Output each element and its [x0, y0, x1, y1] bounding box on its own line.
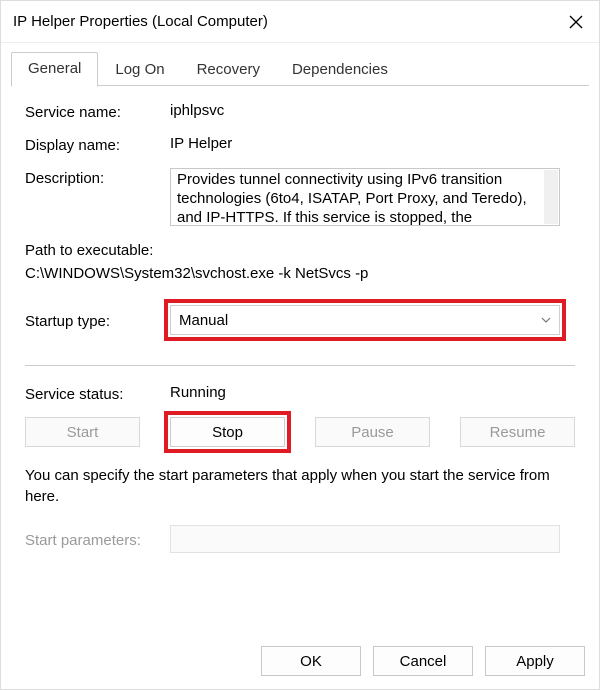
startup-type-value: Manual — [179, 312, 228, 329]
value-service-status: Running — [170, 384, 575, 401]
label-startup-type: Startup type: — [25, 311, 170, 330]
value-service-name: iphlpsvc — [170, 102, 575, 119]
close-button[interactable] — [553, 1, 599, 43]
chevron-down-icon — [541, 315, 551, 325]
pause-button: Pause — [315, 417, 430, 447]
tab-logon[interactable]: Log On — [100, 54, 179, 86]
cancel-button[interactable]: Cancel — [373, 646, 473, 676]
tab-recovery[interactable]: Recovery — [182, 54, 275, 86]
label-display-name: Display name: — [25, 135, 170, 154]
tab-body-general: Service name: iphlpsvc Display name: IP … — [1, 86, 599, 633]
apply-button[interactable]: Apply — [485, 646, 585, 676]
dialog-button-bar: OK Cancel Apply — [1, 633, 599, 689]
properties-dialog: IP Helper Properties (Local Computer) Ge… — [0, 0, 600, 690]
label-path: Path to executable: — [25, 240, 575, 263]
ok-button[interactable]: OK — [261, 646, 361, 676]
description-textbox[interactable]: Provides tunnel connectivity using IPv6 … — [170, 168, 560, 226]
resume-button: Resume — [460, 417, 575, 447]
start-parameters-input — [170, 525, 560, 553]
divider — [25, 365, 575, 366]
window-title: IP Helper Properties (Local Computer) — [13, 13, 553, 30]
start-params-note: You can specify the start parameters tha… — [25, 465, 575, 507]
tab-dependencies[interactable]: Dependencies — [277, 54, 403, 86]
close-icon — [569, 15, 583, 29]
stop-button[interactable]: Stop — [170, 417, 285, 447]
titlebar: IP Helper Properties (Local Computer) — [1, 1, 599, 43]
label-description: Description: — [25, 168, 170, 187]
tab-general[interactable]: General — [11, 52, 98, 87]
label-service-name: Service name: — [25, 102, 170, 121]
start-button: Start — [25, 417, 140, 447]
label-start-parameters: Start parameters: — [25, 530, 170, 549]
description-text: Provides tunnel connectivity using IPv6 … — [177, 171, 527, 226]
label-service-status: Service status: — [25, 384, 170, 403]
value-path: C:\WINDOWS\System32\svchost.exe -k NetSv… — [25, 263, 575, 286]
startup-type-dropdown[interactable]: Manual — [170, 305, 560, 335]
tab-strip: General Log On Recovery Dependencies — [1, 43, 599, 86]
value-display-name: IP Helper — [170, 135, 575, 152]
